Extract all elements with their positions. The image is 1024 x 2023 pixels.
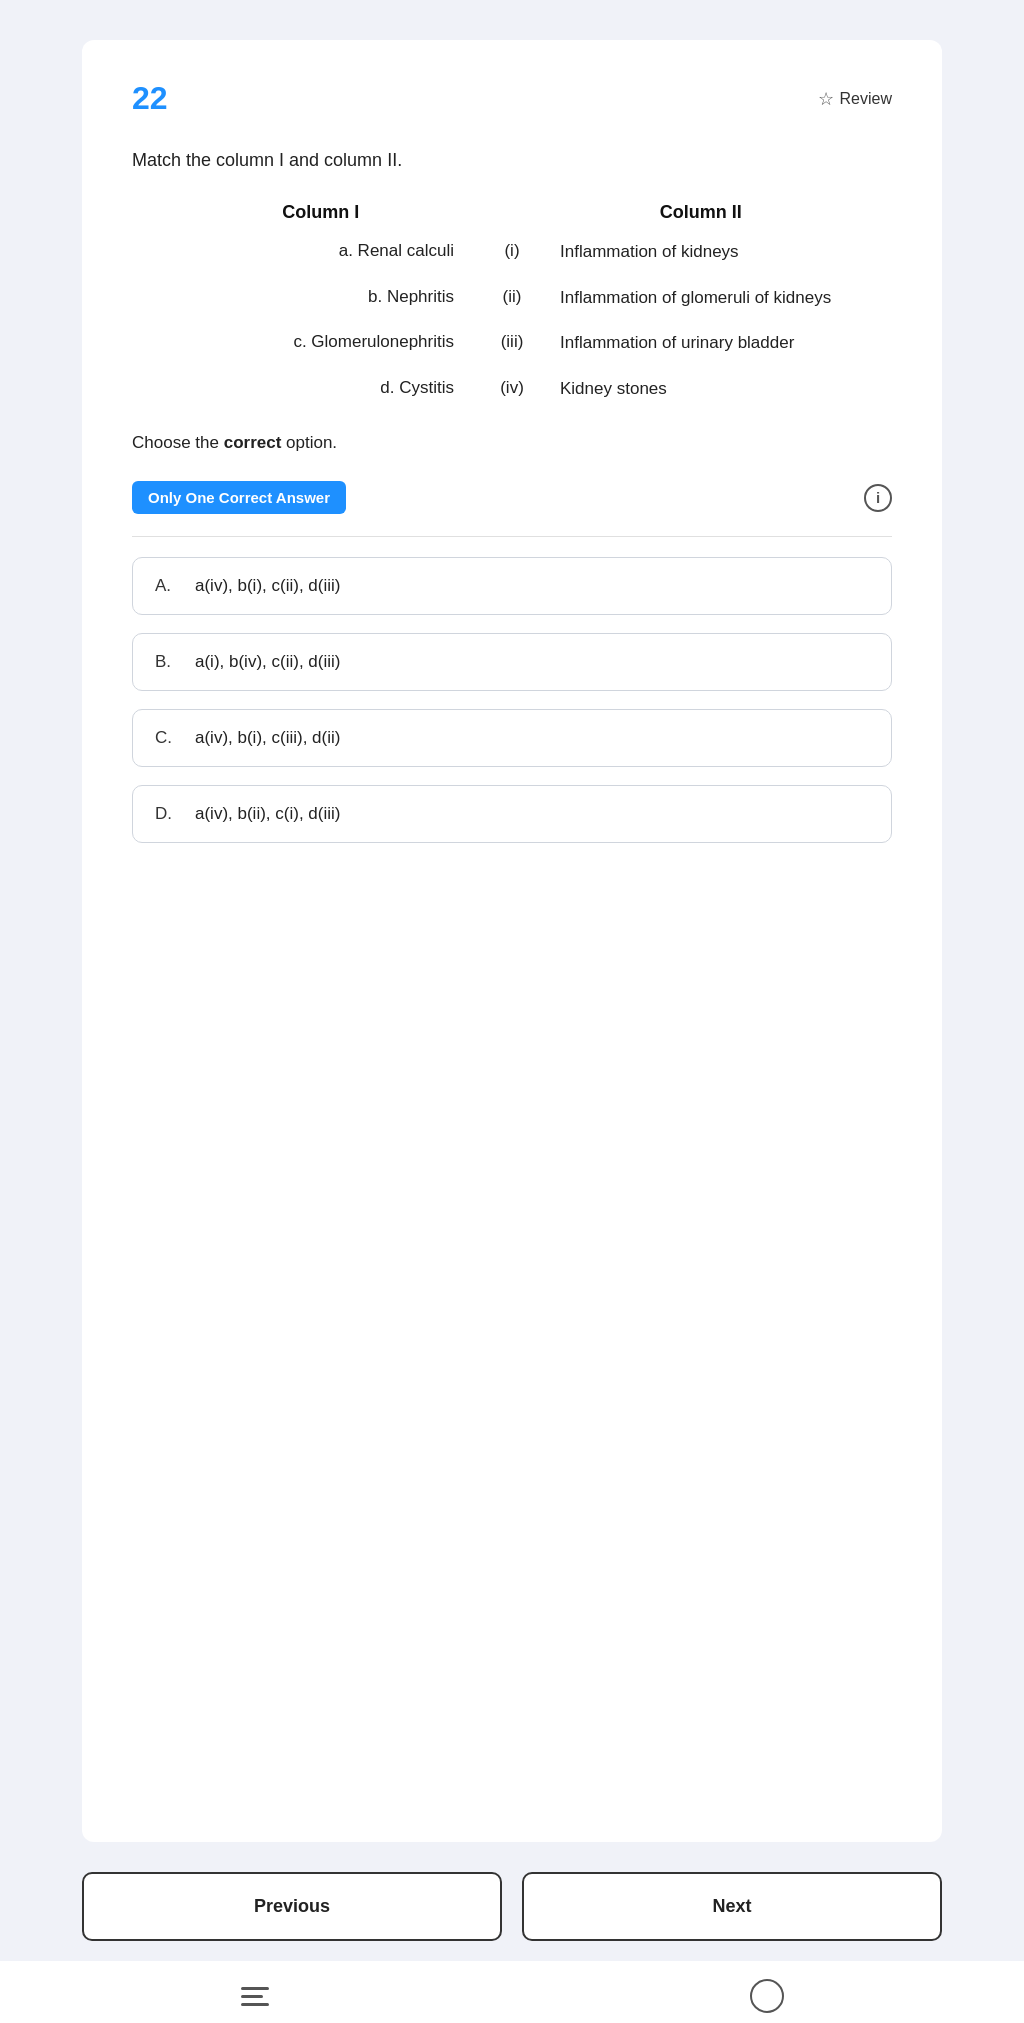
column1-header: Column I (282, 202, 359, 223)
match-row-d: d. Cystitis (iv) Kidney stones (132, 376, 892, 402)
col1-c: c. Glomerulonephritis (132, 330, 474, 352)
option-c-letter: C. (155, 728, 179, 748)
next-button[interactable]: Next (522, 1872, 942, 1941)
col2-b: Inflammation of glomeruli of kidneys (550, 285, 892, 311)
num-a: (i) (474, 239, 550, 261)
correct-bold: correct (224, 433, 282, 452)
option-a-text: a(iv), b(i), c(ii), d(iii) (195, 576, 340, 596)
screen: 22 ☆ Review Match the column I and colum… (0, 0, 1024, 2023)
num-b: (ii) (474, 285, 550, 307)
col2-d: Kidney stones (550, 376, 892, 402)
question-text: Match the column I and column II. (132, 147, 892, 174)
only-one-correct-badge: Only One Correct Answer (132, 481, 346, 514)
option-a-card[interactable]: A. a(iv), b(i), c(ii), d(iii) (132, 557, 892, 615)
bottom-bar (0, 1961, 1024, 2023)
home-icon[interactable] (750, 1979, 784, 2013)
match-row-c: c. Glomerulonephritis (iii) Inflammation… (132, 330, 892, 356)
match-header: Column I Column II (132, 202, 892, 223)
col2-c: Inflammation of urinary bladder (550, 330, 892, 356)
navigation-row: Previous Next (82, 1872, 942, 1961)
match-row-b: b. Nephritis (ii) Inflammation of glomer… (132, 285, 892, 311)
option-c-text: a(iv), b(i), c(iii), d(ii) (195, 728, 340, 748)
match-table: Column I Column II a. Renal calculi (i) … (132, 202, 892, 401)
info-icon[interactable]: i (864, 484, 892, 512)
choose-text: Choose the correct option. (132, 433, 892, 453)
star-icon: ☆ (818, 88, 834, 110)
divider (132, 536, 892, 537)
col1-b: b. Nephritis (132, 285, 474, 307)
option-d-text: a(iv), b(ii), c(i), d(iii) (195, 804, 340, 824)
option-b-card[interactable]: B. a(i), b(iv), c(ii), d(iii) (132, 633, 892, 691)
option-b-letter: B. (155, 652, 179, 672)
match-row-a: a. Renal calculi (i) Inflammation of kid… (132, 239, 892, 265)
review-label: Review (840, 90, 892, 108)
num-c: (iii) (474, 330, 550, 352)
option-d-card[interactable]: D. a(iv), b(ii), c(i), d(iii) (132, 785, 892, 843)
num-d: (iv) (474, 376, 550, 398)
col1-d: d. Cystitis (132, 376, 474, 398)
col2-a: Inflammation of kidneys (550, 239, 892, 265)
menu-icon[interactable] (241, 1987, 269, 2006)
badge-row: Only One Correct Answer i (132, 481, 892, 514)
review-button[interactable]: ☆ Review (818, 88, 892, 110)
option-d-letter: D. (155, 804, 179, 824)
column2-header: Column II (660, 202, 742, 223)
previous-button[interactable]: Previous (82, 1872, 502, 1941)
option-c-card[interactable]: C. a(iv), b(i), c(iii), d(ii) (132, 709, 892, 767)
header-row: 22 ☆ Review (132, 80, 892, 117)
option-a-letter: A. (155, 576, 179, 596)
col1-a: a. Renal calculi (132, 239, 474, 261)
option-b-text: a(i), b(iv), c(ii), d(iii) (195, 652, 340, 672)
question-number: 22 (132, 80, 168, 117)
content-card: 22 ☆ Review Match the column I and colum… (82, 40, 942, 1842)
